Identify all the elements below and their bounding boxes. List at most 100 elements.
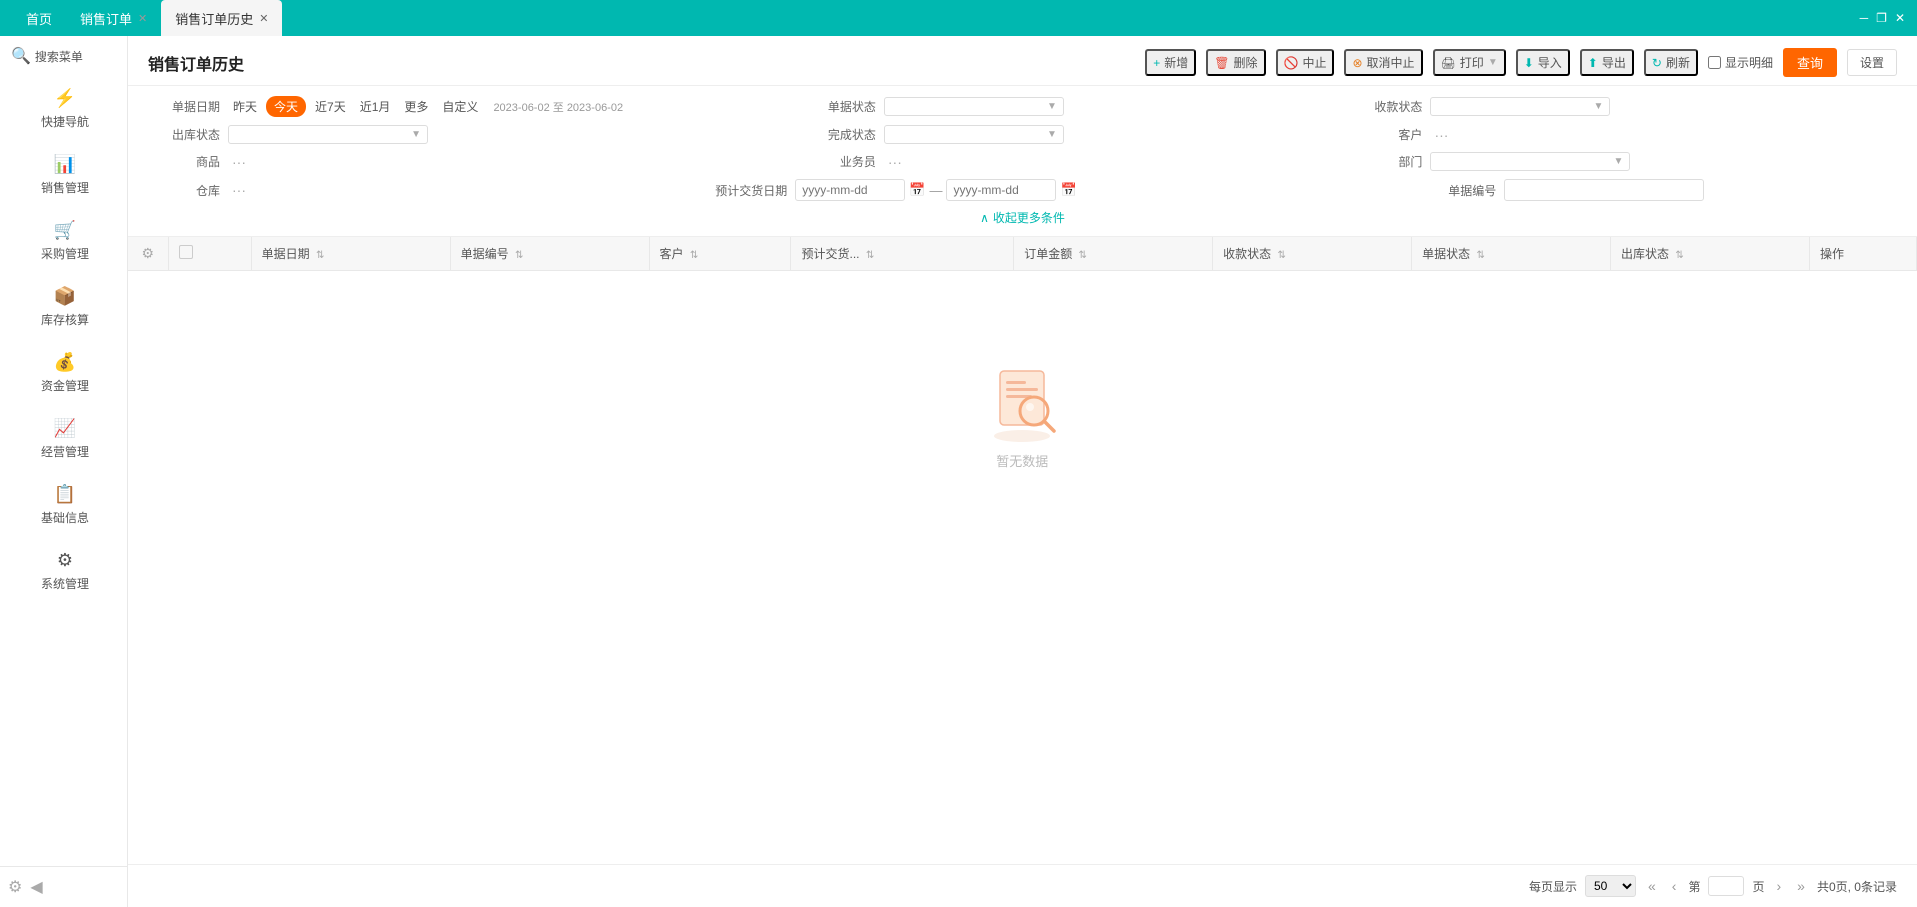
print-button[interactable]: 🖨 打印 ▼	[1433, 49, 1506, 76]
next-page-button[interactable]: ›	[1773, 876, 1786, 896]
new-button[interactable]: + 新增	[1145, 49, 1196, 76]
quick-nav-icon: ⚡	[54, 88, 76, 109]
filter-row-3: 商品 ··· 业务员 ··· 部门 ▼	[148, 152, 1897, 171]
table-body: 暂无数据	[128, 271, 1917, 551]
table-settings-icon[interactable]: ⚙	[141, 245, 154, 261]
import-icon: ⬇	[1524, 56, 1534, 70]
import-button[interactable]: ⬇ 导入	[1516, 49, 1570, 76]
refresh-label: 刷新	[1666, 54, 1690, 71]
table-col-checkbox[interactable]	[168, 237, 251, 271]
filter-row-2: 出库状态 ▼ 完成状态 ▼ 客户 ···	[148, 125, 1897, 144]
doc-status-chevron: ▼	[1047, 101, 1057, 112]
date-btn-today[interactable]: 今天	[266, 96, 306, 117]
delivery-date-to-calendar[interactable]: 📅	[1060, 182, 1076, 198]
delivery-status-select[interactable]: ▼	[228, 125, 428, 144]
query-button[interactable]: 查询	[1783, 48, 1837, 77]
filter-group-doc-status: 单据状态 ▼	[804, 97, 1351, 116]
customer-input[interactable]: ···	[1434, 127, 1448, 143]
table-col-delivery-status[interactable]: 出库状态 ⇅	[1611, 237, 1810, 271]
window-close-button[interactable]: ✕	[1895, 11, 1905, 25]
doc-no-label: 单据编号	[1424, 182, 1504, 199]
top-bar-window-actions: ─ ❐ ✕	[1860, 11, 1905, 25]
table-col-payment-status[interactable]: 收款状态 ⇅	[1213, 237, 1412, 271]
table-area: ⚙ 单据日期 ⇅ 单据编号 ⇅	[128, 237, 1917, 864]
payment-status-select[interactable]: ▼	[1430, 97, 1610, 116]
header-checkbox[interactable]	[179, 245, 193, 259]
show-detail-checkbox-label[interactable]: 显示明细	[1708, 54, 1773, 71]
window-minimize-button[interactable]: ─	[1860, 11, 1869, 25]
tab-sales-order-history-close[interactable]: ✕	[259, 12, 268, 25]
warehouse-input[interactable]: ···	[232, 182, 246, 198]
sidebar-item-quick-nav[interactable]: ⚡ 快捷导航	[0, 76, 127, 142]
date-btn-1month[interactable]: 近1月	[355, 96, 396, 117]
print-icon: 🖨	[1441, 56, 1456, 70]
payment-status-chevron: ▼	[1594, 101, 1604, 112]
sidebar-item-finance[interactable]: 💰 资金管理	[0, 340, 127, 406]
main-layout: 🔍 搜索菜单 ⚡ 快捷导航 📊 销售管理 🛒 采购管理 📦 库存核算 💰 资金管…	[0, 36, 1917, 907]
cancel-stop-icon: ⊗	[1352, 56, 1362, 70]
show-detail-checkbox[interactable]	[1708, 56, 1721, 69]
sidebar-item-basics[interactable]: 📋 基础信息	[0, 472, 127, 538]
stop-button[interactable]: 🚫 中止	[1276, 49, 1335, 76]
delete-icon: 🗑	[1214, 56, 1229, 70]
sidebar-search[interactable]: 🔍 搜索菜单	[0, 36, 127, 76]
tab-sales-order-label: 销售订单	[80, 9, 132, 28]
amount-sort-icon: ⇅	[1079, 250, 1087, 261]
current-page-input[interactable]: 1	[1708, 876, 1744, 896]
collapse-row[interactable]: ∧ 收起更多条件	[148, 209, 1897, 226]
tab-home[interactable]: 首页	[12, 0, 66, 36]
filter-group-doc-no: 单据编号	[1424, 179, 1897, 201]
goods-label: 商品	[148, 153, 228, 170]
table-col-amount[interactable]: 订单金额 ⇅	[1014, 237, 1213, 271]
delivery-date-from-input[interactable]	[795, 179, 905, 201]
table-col-doc-status[interactable]: 单据状态 ⇅	[1412, 237, 1611, 271]
sidebar-item-inventory[interactable]: 📦 库存核算	[0, 274, 127, 340]
doc-no-input[interactable]	[1504, 179, 1704, 201]
sidebar-item-operations[interactable]: 📈 经营管理	[0, 406, 127, 472]
completion-status-select[interactable]: ▼	[884, 125, 1064, 144]
sidebar-item-system[interactable]: ⚙ 系统管理	[0, 538, 127, 604]
prev-page-button[interactable]: ‹	[1668, 876, 1681, 896]
dept-select[interactable]: ▼	[1430, 152, 1630, 171]
sidebar-item-purchase[interactable]: 🛒 采购管理	[0, 208, 127, 274]
tab-sales-order-close[interactable]: ✕	[138, 12, 147, 25]
stop-label: 中止	[1302, 54, 1326, 71]
sidebar-search-label: 搜索菜单	[35, 48, 83, 65]
salesman-input[interactable]: ···	[888, 154, 902, 170]
new-label: 新增	[1164, 54, 1188, 71]
date-btn-more[interactable]: 更多	[399, 96, 433, 117]
purchase-icon: 🛒	[54, 220, 76, 241]
print-label: 打印	[1460, 54, 1484, 71]
sidebar-settings-icon[interactable]: ⚙	[8, 877, 22, 897]
table-col-doc-date[interactable]: 单据日期 ⇅	[251, 237, 450, 271]
set-button[interactable]: 设置	[1847, 49, 1897, 76]
tab-sales-order[interactable]: 销售订单 ✕	[66, 0, 161, 36]
date-btn-7days[interactable]: 近7天	[310, 96, 351, 117]
table-col-operation: 操作	[1810, 237, 1917, 271]
table-col-delivery-date[interactable]: 预计交货... ⇅	[791, 237, 1014, 271]
tab-sales-order-history[interactable]: 销售订单历史 ✕	[161, 0, 282, 36]
page-size-select[interactable]: 10 20 50 100	[1585, 875, 1636, 897]
first-page-button[interactable]: «	[1644, 876, 1660, 896]
table-col-doc-no[interactable]: 单据编号 ⇅	[450, 237, 649, 271]
window-restore-button[interactable]: ❐	[1876, 11, 1887, 25]
goods-input[interactable]: ···	[232, 154, 246, 170]
page-title: 销售订单历史	[148, 51, 244, 75]
refresh-button[interactable]: ↻ 刷新	[1644, 49, 1698, 76]
doc-date-sort-icon: ⇅	[316, 250, 324, 261]
sidebar-collapse-icon[interactable]: ◀	[30, 877, 42, 897]
export-button[interactable]: ⬆ 导出	[1580, 49, 1634, 76]
last-page-button[interactable]: »	[1793, 876, 1809, 896]
date-btn-custom[interactable]: 自定义	[437, 96, 483, 117]
date-btn-yesterday[interactable]: 昨天	[228, 96, 262, 117]
cancel-stop-button[interactable]: ⊗ 取消中止	[1344, 49, 1422, 76]
sidebar-item-sales[interactable]: 📊 销售管理	[0, 142, 127, 208]
table-col-customer[interactable]: 客户 ⇅	[649, 237, 791, 271]
doc-status-select[interactable]: ▼	[884, 97, 1064, 116]
table-col-settings[interactable]: ⚙	[128, 237, 168, 271]
warehouse-label: 仓库	[148, 182, 228, 199]
delivery-date-from-calendar[interactable]: 📅	[909, 182, 925, 198]
delivery-date-to-input[interactable]	[946, 179, 1056, 201]
customer-sort-icon: ⇅	[690, 250, 698, 261]
delete-button[interactable]: 🗑 删除	[1206, 49, 1265, 76]
